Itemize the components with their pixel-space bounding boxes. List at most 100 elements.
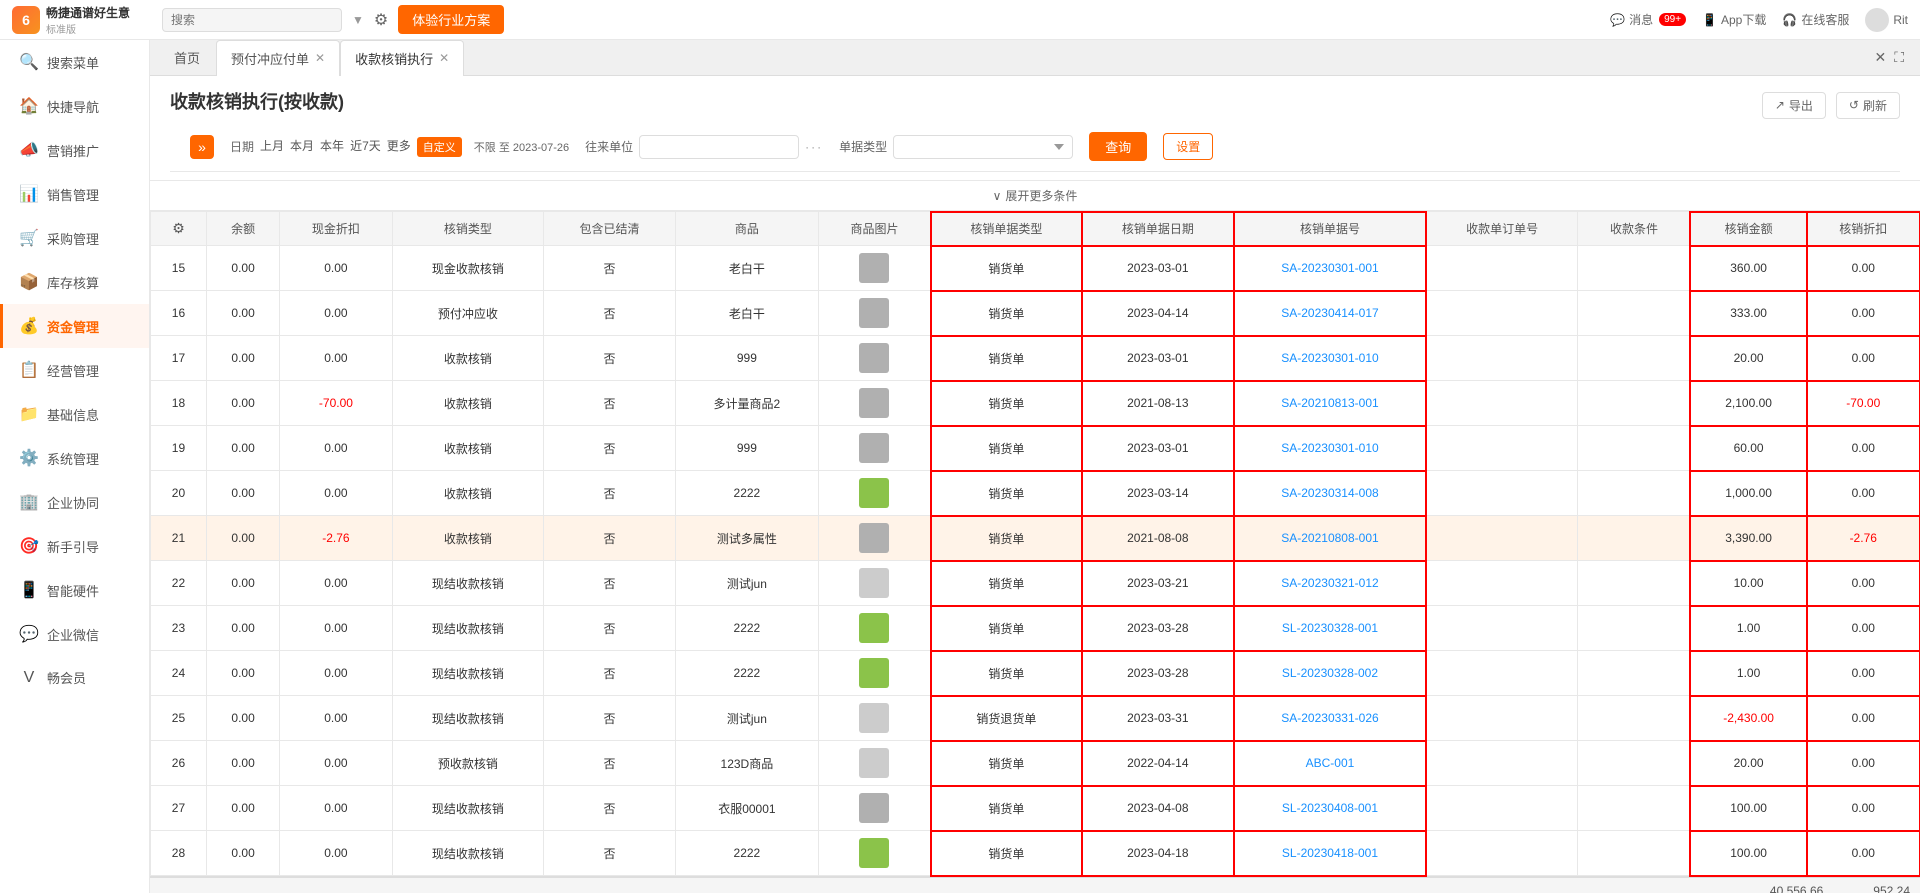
th-settings[interactable]: ⚙ — [151, 212, 207, 246]
date-opt-more[interactable]: 更多 — [387, 137, 411, 157]
sidebar-item-ops[interactable]: 📋 经营管理 — [0, 348, 149, 392]
footer-write-off-amount: 40,556,66... — [1770, 884, 1833, 893]
tab-prepay-close[interactable]: ✕ — [315, 51, 325, 65]
write-off-no-link[interactable]: ABC-001 — [1306, 756, 1355, 770]
sidebar-item-inventory[interactable]: 📦 库存核算 — [0, 260, 149, 304]
include-settled: 否 — [544, 516, 676, 561]
write-off-amount: -2,430.00 — [1690, 696, 1807, 741]
write-off-no-link[interactable]: SA-20230414-017 — [1281, 306, 1378, 320]
top-search-input[interactable] — [162, 8, 342, 32]
sidebar-item-marketing[interactable]: 📣 营销推广 — [0, 128, 149, 172]
settings-gear-icon[interactable]: ⚙ — [374, 10, 388, 30]
date-range-text: 不限 至 2023-07-26 — [474, 139, 569, 155]
write-off-no: SL-20230328-002 — [1234, 651, 1427, 696]
receipt-order-no — [1426, 561, 1577, 606]
sidebar-item-finance[interactable]: 💰 资金管理 — [0, 304, 149, 348]
receipt-order-no — [1426, 786, 1577, 831]
table-area: ⚙ 余额 现金折扣 核销类型 包含已结清 商品 商品图片 核销单据类型 核销单据… — [150, 211, 1920, 893]
write-off-no-link[interactable]: SL-20230408-001 — [1282, 801, 1378, 815]
cash-discount: 0.00 — [280, 426, 392, 471]
verify-type: 收款核销 — [392, 516, 543, 561]
sidebar-item-newbie[interactable]: 🎯 新手引导 — [0, 524, 149, 568]
industry-btn[interactable]: 体验行业方案 — [398, 5, 504, 34]
tab-receipt-exec[interactable]: 收款核销执行 ✕ — [340, 40, 464, 76]
goods: 老白干 — [675, 291, 818, 336]
sidebar-label-newbie: 新手引导 — [47, 537, 99, 556]
write-off-no-link[interactable]: SA-20230301-010 — [1281, 441, 1378, 455]
sidebar-item-enterprise[interactable]: 🏢 企业协同 — [0, 480, 149, 524]
expand-conditions-bar: ∨ 展开更多条件 — [150, 181, 1920, 211]
write-off-no-link[interactable]: SA-20230301-010 — [1281, 351, 1378, 365]
write-off-no-link[interactable]: SL-20230418-001 — [1282, 846, 1378, 860]
cash-discount: 0.00 — [280, 741, 392, 786]
sidebar-item-search-menu[interactable]: 🔍 搜索菜单 — [0, 40, 149, 84]
refresh-btn[interactable]: ↺ 刷新 — [1836, 92, 1900, 119]
th-verify-type: 核销类型 — [392, 212, 543, 246]
sidebar-item-enterprise-wx[interactable]: 💬 企业微信 — [0, 612, 149, 656]
tab-receipt-close[interactable]: ✕ — [439, 51, 449, 65]
export-label: 导出 — [1789, 97, 1813, 114]
receipt-condition — [1578, 786, 1690, 831]
date-opt-last-month[interactable]: 上月 — [260, 137, 284, 157]
row-number: 21 — [151, 516, 207, 561]
date-custom-btn[interactable]: 自定义 — [417, 137, 462, 157]
write-off-no-link[interactable]: SL-20230328-001 — [1282, 621, 1378, 635]
sidebar-label-vip: 畅会员 — [47, 668, 86, 687]
sidebar-item-vip[interactable]: V 畅会员 — [0, 656, 149, 699]
write-off-amount: 60.00 — [1690, 426, 1807, 471]
messages-btn[interactable]: 💬 消息 99+ — [1610, 11, 1686, 28]
write-off-no-link[interactable]: SA-20230301-001 — [1281, 261, 1378, 275]
th-goods-image: 商品图片 — [818, 212, 930, 246]
receipt-order-no — [1426, 291, 1577, 336]
inventory-icon: 📦 — [19, 272, 39, 292]
write-off-no-link[interactable]: SA-20210813-001 — [1281, 396, 1378, 410]
dropdown-arrow[interactable]: ▼ — [352, 13, 364, 27]
tab-home[interactable]: 首页 — [158, 40, 216, 75]
doc-type-select[interactable] — [893, 135, 1073, 159]
date-opt-7days[interactable]: 近7天 — [350, 137, 381, 157]
th-write-off-no: 核销单据号 — [1234, 212, 1427, 246]
user-area[interactable]: Rit — [1865, 8, 1908, 32]
write-off-doc-type: 销货单 — [931, 561, 1082, 606]
smart-hw-icon: 📱 — [19, 580, 39, 600]
counterpart-input[interactable] — [639, 135, 799, 159]
online-service-btn[interactable]: 🎧 在线客服 — [1782, 11, 1849, 28]
tab-prepay[interactable]: 预付冲应付单 ✕ — [216, 40, 340, 76]
date-opt-this-month[interactable]: 本月 — [290, 137, 314, 157]
app-download-btn[interactable]: 📱 App下载 — [1702, 11, 1766, 28]
th-include-settled: 包含已结清 — [544, 212, 676, 246]
write-off-date: 2023-03-14 — [1082, 471, 1233, 516]
sidebar-item-sales[interactable]: 📊 销售管理 — [0, 172, 149, 216]
export-btn[interactable]: ↗ 导出 — [1762, 92, 1826, 119]
query-btn[interactable]: 查询 — [1089, 132, 1147, 161]
include-settled: 否 — [544, 831, 676, 876]
write-off-no-link[interactable]: SA-20230321-012 — [1281, 576, 1378, 590]
expand-window-icon[interactable]: ⛶ — [1894, 49, 1904, 66]
date-opt-this-year[interactable]: 本年 — [320, 137, 344, 157]
expand-conditions-btn[interactable]: ∨ 展开更多条件 — [993, 187, 1078, 204]
write-off-no-link[interactable]: SA-20230314-008 — [1281, 486, 1378, 500]
sidebar-item-smart-hw[interactable]: 📱 智能硬件 — [0, 568, 149, 612]
write-off-no-link[interactable]: SA-20230331-026 — [1281, 711, 1378, 725]
table-row: 150.000.00现金收款核销否老白干销货单2023-03-01SA-2023… — [151, 246, 1920, 291]
settings-btn[interactable]: 设置 — [1163, 133, 1213, 160]
table-row: 210.00-2.76收款核销否测试多属性销货单2021-08-08SA-202… — [151, 516, 1920, 561]
close-window-icon[interactable]: ✕ — [1874, 49, 1886, 66]
write-off-no-link[interactable]: SA-20210808-001 — [1281, 531, 1378, 545]
write-off-doc-type: 销货单 — [931, 606, 1082, 651]
sidebar: 🔍 搜索菜单 🏠 快捷导航 📣 营销推广 📊 销售管理 🛒 采购管理 📦 库存核… — [0, 40, 150, 893]
table-row: 220.000.00现结收款核销否测试jun销货单2023-03-21SA-20… — [151, 561, 1920, 606]
sidebar-item-purchase[interactable]: 🛒 采购管理 — [0, 216, 149, 260]
filter-expand-btn[interactable]: » — [190, 135, 214, 159]
write-off-no-link[interactable]: SL-20230328-002 — [1282, 666, 1378, 680]
sidebar-item-base-info[interactable]: 📁 基础信息 — [0, 392, 149, 436]
write-off-discount: 0.00 — [1807, 606, 1920, 651]
write-off-amount: 10.00 — [1690, 561, 1807, 606]
write-off-discount: 0.00 — [1807, 786, 1920, 831]
include-settled: 否 — [544, 786, 676, 831]
cash-discount: 0.00 — [280, 696, 392, 741]
write-off-no: SA-20210808-001 — [1234, 516, 1427, 561]
sidebar-item-quick-nav[interactable]: 🏠 快捷导航 — [0, 84, 149, 128]
write-off-amount: 1,000.00 — [1690, 471, 1807, 516]
sidebar-item-sys-mgmt[interactable]: ⚙️ 系统管理 — [0, 436, 149, 480]
